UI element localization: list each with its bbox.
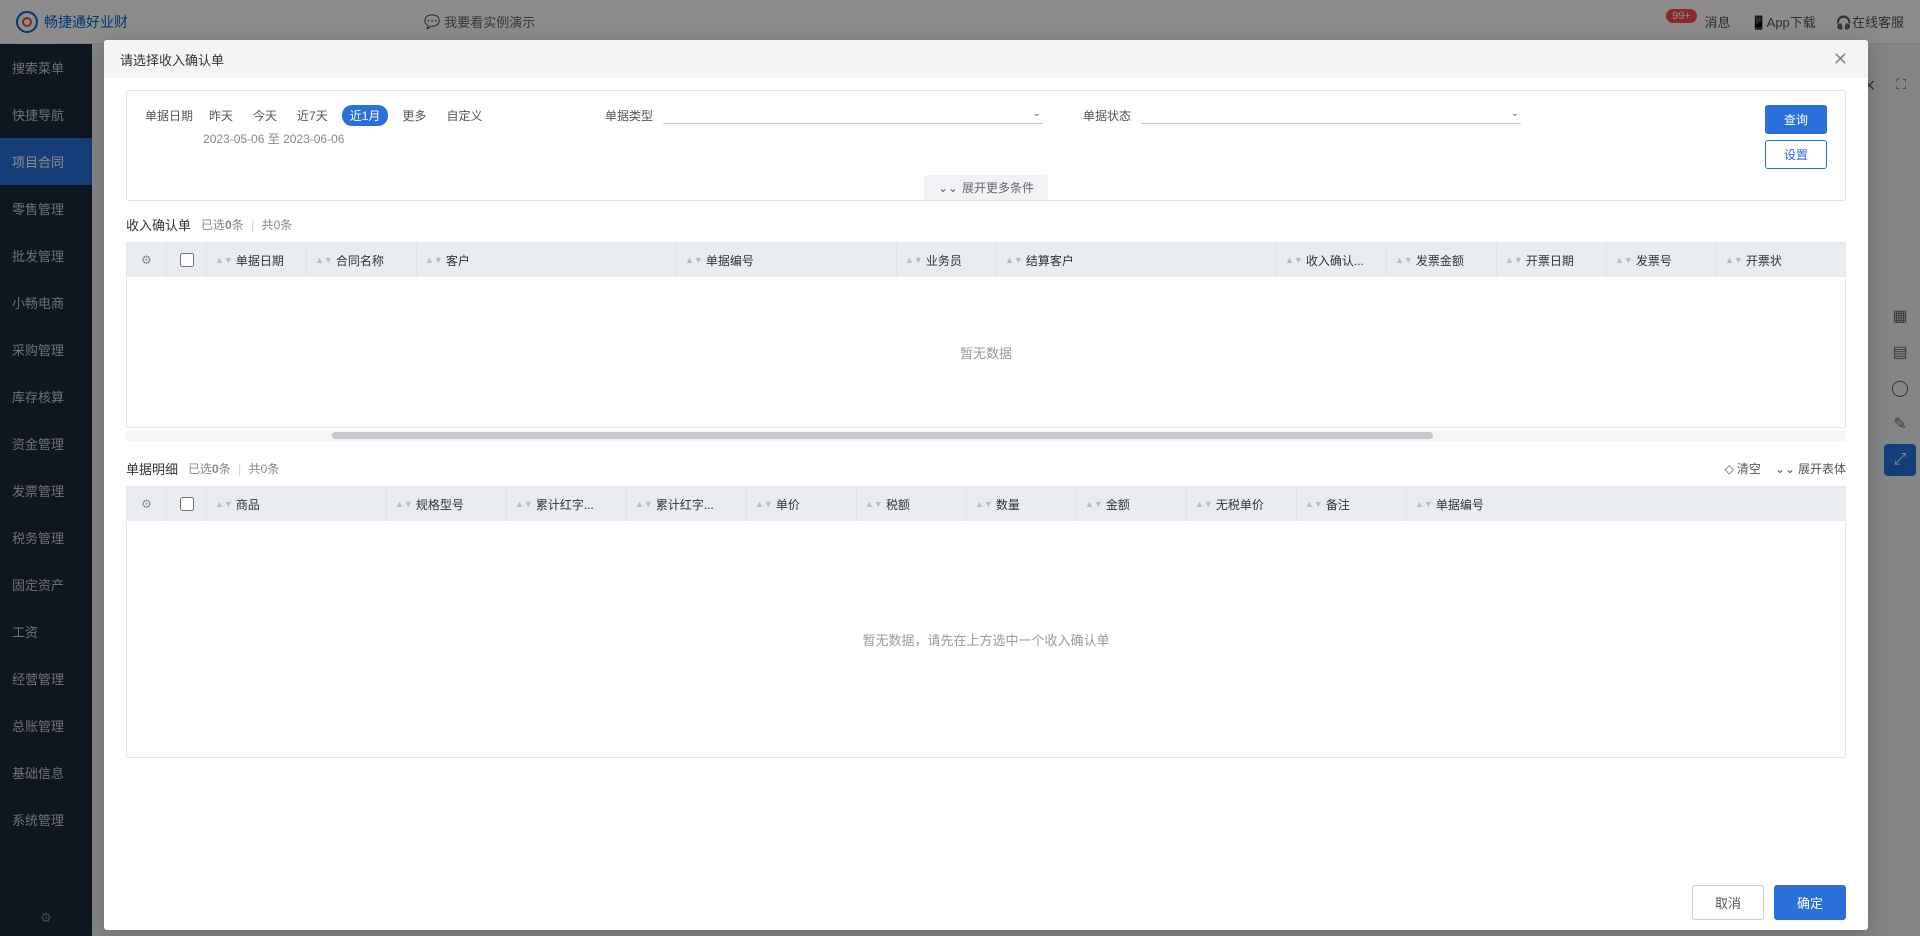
sort-icon: ▲▼ — [755, 500, 773, 508]
modal-title: 请选择收入确认单 — [120, 50, 1829, 69]
scrollbar-thumb[interactable] — [332, 432, 1433, 439]
col-qty[interactable]: ▲▼数量 — [967, 487, 1077, 521]
col-settle[interactable]: ▲▼结算客户 — [997, 243, 1277, 277]
sort-icon: ▲▼ — [905, 256, 923, 264]
type-label: 单据类型 — [605, 105, 653, 124]
section2-title: 单据明细 — [126, 459, 178, 478]
sort-icon: ▲▼ — [865, 500, 883, 508]
chevron-down-icon: ⌄ — [1033, 108, 1041, 120]
status-select[interactable]: ⌄ — [1141, 105, 1521, 124]
col-invoice-date[interactable]: ▲▼开票日期 — [1497, 243, 1607, 277]
col-notax[interactable]: ▲▼无税单价 — [1187, 487, 1297, 521]
sort-icon: ▲▼ — [395, 500, 413, 508]
sort-icon: ▲▼ — [215, 500, 233, 508]
sort-icon: ▲▼ — [1615, 256, 1633, 264]
table1: ⚙ ▲▼单据日期 ▲▼合同名称 ▲▼客户 ▲▼单据编号 ▲▼业务员 ▲▼结算客户… — [126, 242, 1846, 428]
modal: 请选择收入确认单 ✕ 单据日期 昨天 今天 近7天 近1月 更多 自定义 — [104, 40, 1868, 930]
col-spec[interactable]: ▲▼规格型号 — [387, 487, 507, 521]
sort-icon: ▲▼ — [215, 256, 233, 264]
col-tax[interactable]: ▲▼税额 — [857, 487, 967, 521]
chip-7d[interactable]: 近7天 — [291, 105, 334, 126]
modal-header: 请选择收入确认单 ✕ — [104, 40, 1868, 78]
col-contract[interactable]: ▲▼合同名称 — [307, 243, 417, 277]
col-remark[interactable]: ▲▼备注 — [1297, 487, 1407, 521]
close-icon[interactable]: ✕ — [1829, 45, 1852, 74]
gear-icon[interactable]: ⚙ — [127, 487, 167, 521]
type-select[interactable]: ⌄ — [663, 105, 1043, 124]
col-invoice-no[interactable]: ▲▼发票号 — [1607, 243, 1717, 277]
col-amount[interactable]: ▲▼金额 — [1077, 487, 1187, 521]
sort-icon: ▲▼ — [635, 500, 653, 508]
sort-icon: ▲▼ — [515, 500, 533, 508]
col-billno2[interactable]: ▲▼单据编号 — [1407, 487, 1845, 521]
table2-empty: 暂无数据，请先在上方选中一个收入确认单 — [127, 521, 1845, 757]
sort-icon: ▲▼ — [1505, 256, 1523, 264]
col-product[interactable]: ▲▼商品 — [207, 487, 387, 521]
double-chevron-down-icon: ⌄⌄ — [1775, 462, 1795, 476]
select-all-checkbox[interactable] — [180, 497, 194, 511]
chip-more[interactable]: 更多 — [396, 105, 432, 126]
date-filter: 单据日期 昨天 今天 近7天 近1月 更多 自定义 2023-05-06 至 2… — [145, 105, 565, 147]
chip-1m[interactable]: 近1月 — [342, 105, 389, 126]
sort-icon: ▲▼ — [1195, 500, 1213, 508]
sort-icon: ▲▼ — [1085, 500, 1103, 508]
sort-icon: ▲▼ — [1415, 500, 1433, 508]
ok-button[interactable]: 确定 — [1774, 885, 1846, 920]
chip-today[interactable]: 今天 — [247, 105, 283, 126]
filter-settings-button[interactable]: 设置 — [1765, 140, 1827, 169]
col-date[interactable]: ▲▼单据日期 — [207, 243, 307, 277]
col-invoice-amt[interactable]: ▲▼发票金额 — [1387, 243, 1497, 277]
sort-icon: ▲▼ — [1725, 256, 1743, 264]
sort-icon: ▲▼ — [1305, 500, 1323, 508]
sort-icon: ▲▼ — [1395, 256, 1413, 264]
filter-panel: 单据日期 昨天 今天 近7天 近1月 更多 自定义 2023-05-06 至 2… — [126, 90, 1846, 201]
eraser-icon: ◇ — [1725, 462, 1734, 476]
clear-button[interactable]: ◇清空 — [1725, 460, 1761, 477]
sort-icon: ▲▼ — [1285, 256, 1303, 264]
section1-count: 已选0条 | 共0条 — [201, 216, 292, 233]
section1-title: 收入确认单 — [126, 215, 191, 234]
query-button[interactable]: 查询 — [1765, 105, 1827, 134]
date-range: 2023-05-06 至 2023-06-06 — [203, 130, 488, 147]
table1-scrollbar[interactable] — [126, 431, 1846, 441]
expand-filters-button[interactable]: ⌄⌄ 展开更多条件 — [924, 175, 1048, 200]
table1-header: ⚙ ▲▼单据日期 ▲▼合同名称 ▲▼客户 ▲▼单据编号 ▲▼业务员 ▲▼结算客户… — [127, 243, 1845, 277]
col-invoice-status[interactable]: ▲▼开票状 — [1717, 243, 1845, 277]
chip-yesterday[interactable]: 昨天 — [203, 105, 239, 126]
sort-icon: ▲▼ — [315, 256, 333, 264]
col-price[interactable]: ▲▼单价 — [747, 487, 857, 521]
sort-icon: ▲▼ — [425, 256, 443, 264]
section1-head: 收入确认单 已选0条 | 共0条 — [126, 215, 1846, 234]
sort-icon: ▲▼ — [685, 256, 703, 264]
col-red1[interactable]: ▲▼累计红字... — [507, 487, 627, 521]
col-sales[interactable]: ▲▼业务员 — [897, 243, 997, 277]
table2: ⚙ ▲▼商品 ▲▼规格型号 ▲▼累计红字... ▲▼累计红字... ▲▼单价 ▲… — [126, 486, 1846, 758]
double-chevron-down-icon: ⌄⌄ — [938, 181, 958, 195]
table1-empty: 暂无数据 — [127, 277, 1845, 427]
col-customer[interactable]: ▲▼客户 — [417, 243, 677, 277]
date-label: 单据日期 — [145, 105, 193, 147]
table2-header: ⚙ ▲▼商品 ▲▼规格型号 ▲▼累计红字... ▲▼累计红字... ▲▼单价 ▲… — [127, 487, 1845, 521]
col-income[interactable]: ▲▼收入确认... — [1277, 243, 1387, 277]
chevron-down-icon: ⌄ — [1511, 108, 1519, 120]
cancel-button[interactable]: 取消 — [1692, 885, 1764, 920]
chip-custom[interactable]: 自定义 — [440, 105, 488, 126]
sort-icon: ▲▼ — [975, 500, 993, 508]
type-filter: 单据类型 ⌄ — [605, 105, 1043, 124]
col-billno[interactable]: ▲▼单据编号 — [677, 243, 897, 277]
status-label: 单据状态 — [1083, 105, 1131, 124]
gear-icon[interactable]: ⚙ — [127, 243, 167, 277]
sort-icon: ▲▼ — [1005, 256, 1023, 264]
select-all-checkbox[interactable] — [180, 253, 194, 267]
col-red2[interactable]: ▲▼累计红字... — [627, 487, 747, 521]
expand-body-button[interactable]: ⌄⌄展开表体 — [1775, 460, 1846, 477]
section2-count: 已选0条 | 共0条 — [188, 460, 279, 477]
modal-footer: 取消 确定 — [104, 874, 1868, 930]
status-filter: 单据状态 ⌄ — [1083, 105, 1521, 124]
section2-head: 单据明细 已选0条 | 共0条 ◇清空 ⌄⌄展开表体 — [126, 459, 1846, 478]
